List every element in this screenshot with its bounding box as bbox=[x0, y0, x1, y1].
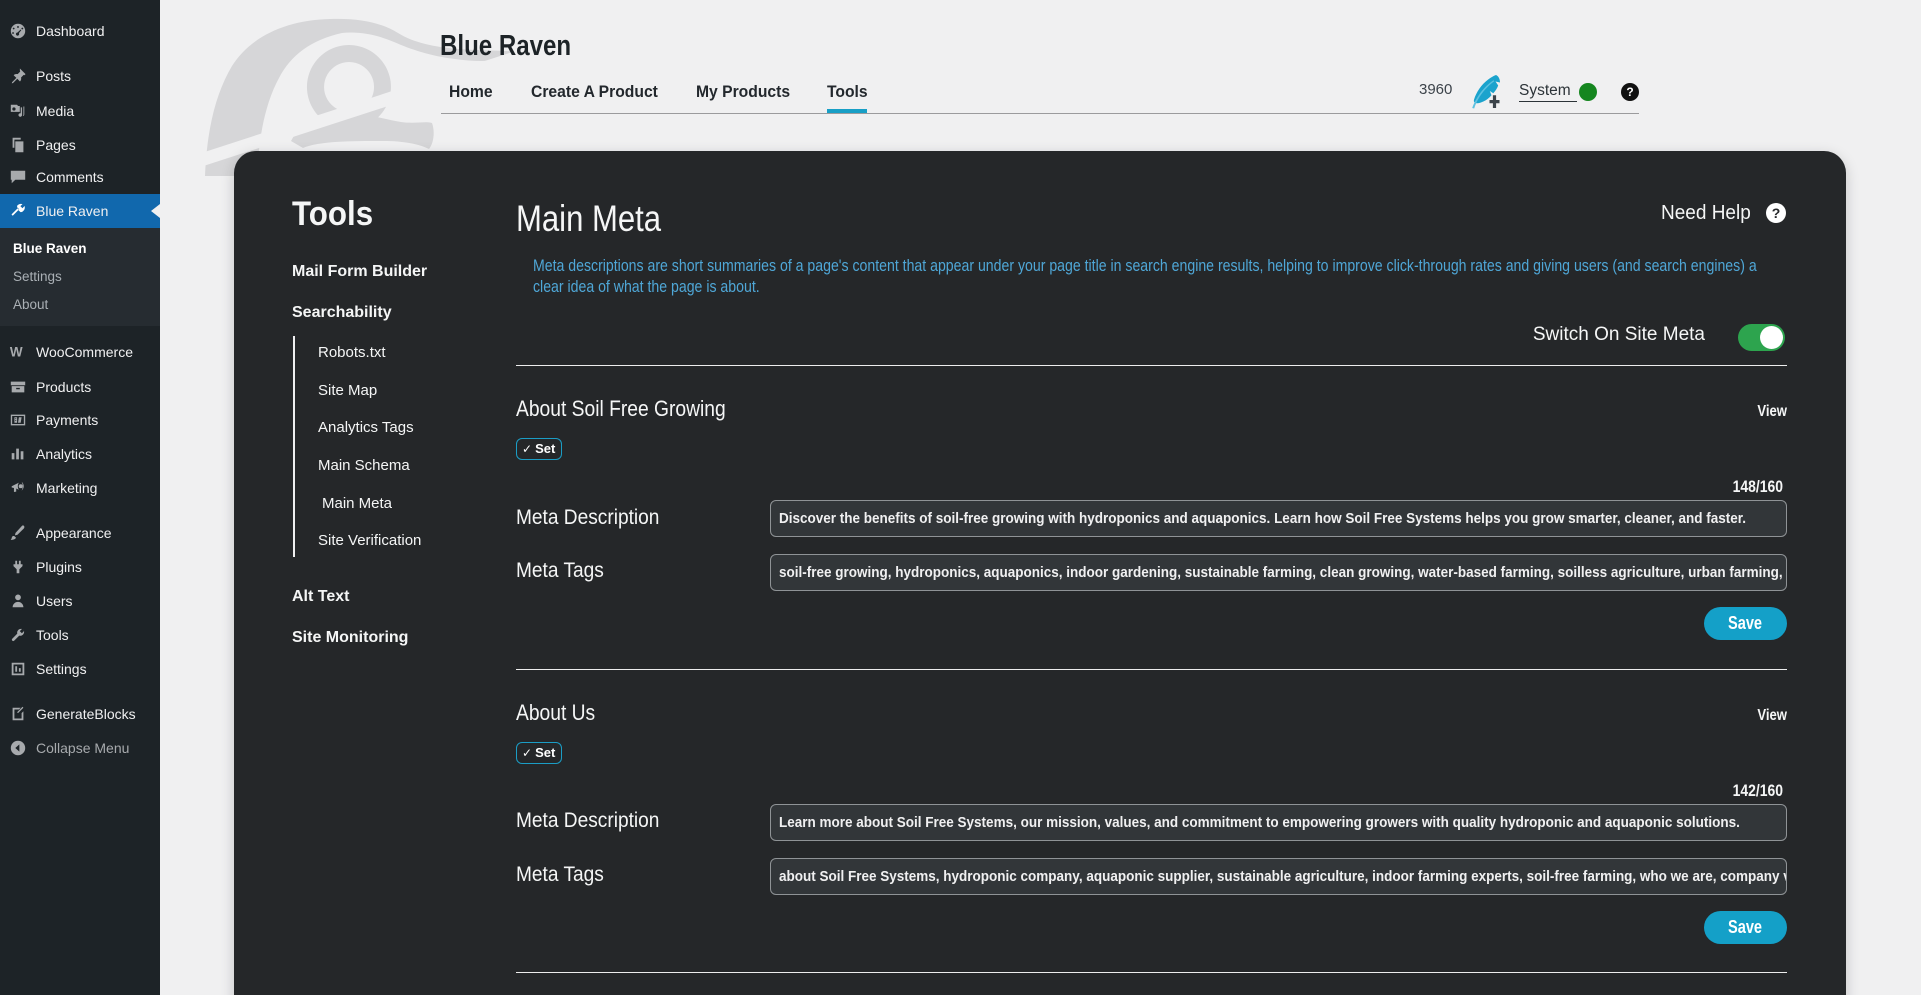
svg-text:W: W bbox=[10, 345, 23, 360]
